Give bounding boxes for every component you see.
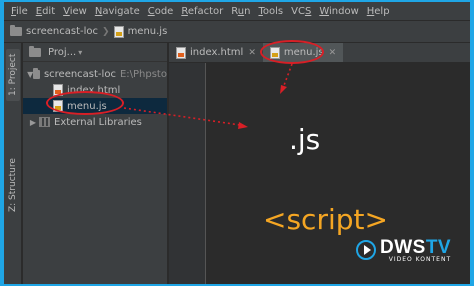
tab-label: index.html — [190, 47, 244, 58]
logo-subtitle: VIDEO KONTENT — [388, 255, 452, 263]
menu-window[interactable]: Window — [315, 6, 362, 17]
overlay-js-text: .js — [289, 123, 321, 156]
ide-window: File Edit View Navigate Code Refactor Ru… — [4, 2, 470, 284]
project-view-icon — [29, 45, 41, 57]
tool-tab-structure[interactable]: Z: Structure — [6, 153, 20, 217]
breadcrumb-file[interactable]: menu.js — [113, 25, 168, 38]
tree-root-path: E:\Phpsto — [119, 68, 167, 80]
tree-item-label: index.html — [67, 84, 121, 96]
editor-gutter — [169, 63, 206, 284]
folder-icon — [10, 25, 22, 36]
logo-text: DWSTV VIDEO KONTENT — [380, 236, 452, 263]
menu-run[interactable]: Run — [227, 6, 254, 17]
left-tool-strip: 1: Project Z: Structure — [4, 43, 22, 284]
project-panel: Proj... ▾ ▼ screencast-loc E:\Phpsto ind… — [23, 43, 168, 284]
breadcrumb-project-label: screencast-loc — [26, 26, 99, 37]
project-view-selector[interactable]: Proj... — [48, 47, 76, 58]
logo-play-icon — [356, 240, 376, 260]
html-file-icon — [53, 84, 63, 96]
chevron-right-icon: ❯ — [102, 26, 110, 37]
folder-icon — [33, 67, 40, 79]
tree-item-label: External Libraries — [54, 116, 142, 128]
tree-item-index-html[interactable]: index.html — [23, 82, 167, 98]
menu-tools[interactable]: Tools — [254, 6, 287, 17]
tool-tab-project[interactable]: 1: Project — [6, 49, 20, 101]
chevron-down-icon[interactable]: ▾ — [78, 48, 82, 57]
tab-index-html[interactable]: index.html ✕ — [169, 43, 263, 62]
tree-root-label: screencast-loc — [43, 68, 116, 80]
dwstv-logo: DWSTV VIDEO KONTENT — [356, 233, 468, 267]
menu-code[interactable]: Code — [144, 6, 178, 17]
breadcrumb-project[interactable]: screencast-loc — [10, 25, 99, 37]
menu-refactor[interactable]: Refactor — [177, 6, 227, 17]
close-icon[interactable]: ✕ — [248, 48, 256, 58]
js-file-icon — [113, 25, 124, 38]
menu-navigate[interactable]: Navigate — [91, 6, 144, 17]
tab-label: menu.js — [283, 47, 324, 58]
js-file-icon — [269, 46, 280, 59]
tree-root[interactable]: ▼ screencast-loc E:\Phpsto — [23, 66, 167, 82]
tree-item-label: menu.js — [67, 100, 107, 112]
tab-menu-js[interactable]: menu.js ✕ — [262, 43, 344, 62]
tree-item-menu-js[interactable]: menu.js — [23, 98, 167, 114]
breadcrumb-file-label: menu.js — [127, 26, 168, 37]
menu-edit[interactable]: Edit — [32, 6, 59, 17]
tree-item-external-libraries[interactable]: ▶ External Libraries — [23, 114, 167, 130]
close-icon[interactable]: ✕ — [329, 48, 337, 58]
overlay-script-text: <script> — [263, 203, 388, 236]
menu-vcs[interactable]: VCS — [287, 6, 315, 17]
expand-arrow-icon[interactable]: ▶ — [27, 118, 39, 127]
js-file-icon — [53, 100, 63, 112]
library-icon — [39, 117, 50, 127]
menu-help[interactable]: Help — [363, 6, 394, 17]
logo-main-text: DWSTV — [380, 236, 452, 258]
menu-file[interactable]: File — [7, 6, 32, 17]
menu-view[interactable]: View — [59, 6, 91, 17]
project-panel-header: Proj... ▾ — [23, 43, 167, 62]
menu-bar: File Edit View Navigate Code Refactor Ru… — [4, 2, 470, 21]
html-file-icon — [176, 46, 186, 59]
editor-tabs: index.html ✕ menu.js ✕ — [169, 43, 470, 63]
navigation-bar: screencast-loc ❯ menu.js — [4, 21, 470, 43]
